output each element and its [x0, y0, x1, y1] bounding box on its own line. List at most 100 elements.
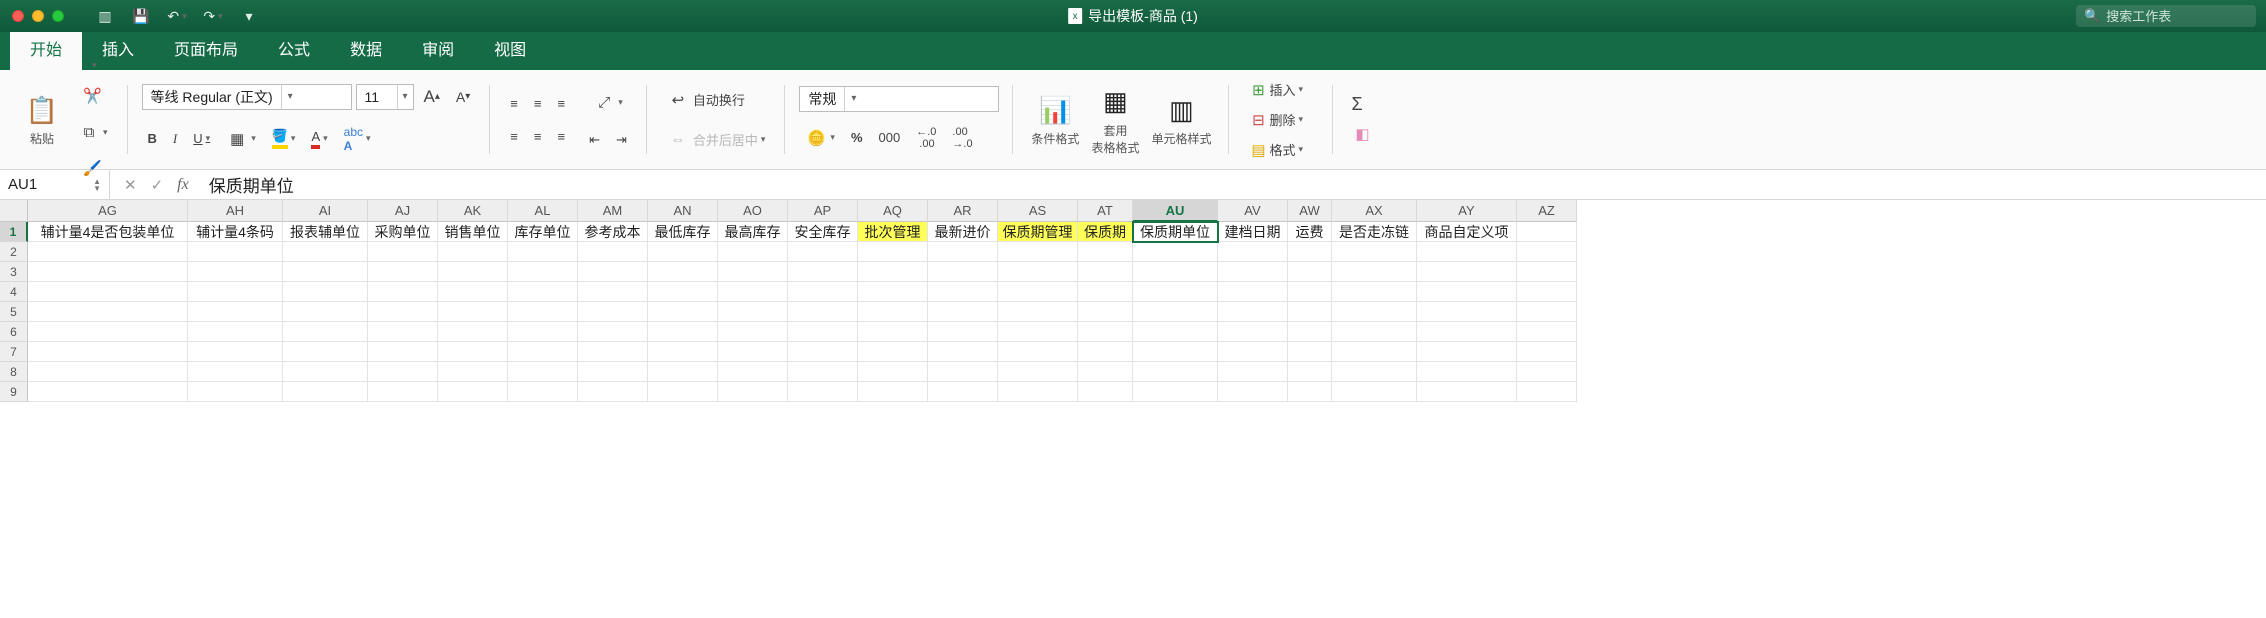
cell-AN2[interactable] — [648, 242, 718, 262]
cell-AZ7[interactable] — [1517, 342, 1577, 362]
cell-AI2[interactable] — [283, 242, 368, 262]
font-name-combo[interactable]: 等线 Regular (正文) ▾ — [142, 84, 352, 110]
cell-AN4[interactable] — [648, 282, 718, 302]
cell-AH1[interactable]: 辅计量4条码 — [188, 222, 283, 242]
cell-AO2[interactable] — [718, 242, 788, 262]
cell-AP8[interactable] — [788, 362, 858, 382]
cell-AJ9[interactable] — [368, 382, 438, 402]
cell-AX8[interactable] — [1332, 362, 1417, 382]
wrap-text-button[interactable]: ↩ 自动换行 — [661, 85, 772, 115]
cell-AR4[interactable] — [928, 282, 998, 302]
fill-color-button[interactable]: 🪣 — [266, 124, 302, 153]
decrease-decimal-button[interactable]: .00→.0 — [946, 122, 978, 154]
cell-AU1[interactable]: 保质期单位 — [1133, 222, 1218, 242]
cell-AS1[interactable]: 保质期管理 — [998, 222, 1078, 242]
align-left-button[interactable]: ≡ — [504, 125, 524, 148]
cancel-formula-button[interactable]: ✕ — [124, 176, 137, 194]
delete-cells-button[interactable]: ⊟ 删除 — [1241, 105, 1321, 135]
cell-AH2[interactable] — [188, 242, 283, 262]
cell-AU7[interactable] — [1133, 342, 1218, 362]
cell-AO8[interactable] — [718, 362, 788, 382]
name-box-stepper[interactable]: ▲▼ — [93, 178, 101, 192]
cell-AV6[interactable] — [1218, 322, 1288, 342]
cell-AO4[interactable] — [718, 282, 788, 302]
cell-AI4[interactable] — [283, 282, 368, 302]
cell-AO6[interactable] — [718, 322, 788, 342]
cell-AM4[interactable] — [578, 282, 648, 302]
cell-AG5[interactable] — [28, 302, 188, 322]
cell-AT5[interactable] — [1078, 302, 1133, 322]
close-window-button[interactable] — [12, 10, 24, 22]
number-format-combo[interactable]: 常规 ▾ — [799, 86, 999, 112]
cell-AT6[interactable] — [1078, 322, 1133, 342]
cell-AK9[interactable] — [438, 382, 508, 402]
column-header-AL[interactable]: AL — [508, 200, 578, 222]
orientation-button[interactable]: ⤢ — [583, 88, 633, 118]
cell-AV1[interactable]: 建档日期 — [1218, 222, 1288, 242]
cell-AY2[interactable] — [1417, 242, 1517, 262]
cell-AG1[interactable]: 辅计量4是否包装单位 — [28, 222, 188, 242]
cell-AP1[interactable]: 安全库存 — [788, 222, 858, 242]
row-header-4[interactable]: 4 — [0, 282, 28, 302]
cell-AH6[interactable] — [188, 322, 283, 342]
minimize-window-button[interactable] — [32, 10, 44, 22]
cell-AT3[interactable] — [1078, 262, 1133, 282]
cell-AJ7[interactable] — [368, 342, 438, 362]
cell-AS4[interactable] — [998, 282, 1078, 302]
cell-AY6[interactable] — [1417, 322, 1517, 342]
cell-AU5[interactable] — [1133, 302, 1218, 322]
cell-AH7[interactable] — [188, 342, 283, 362]
zoom-window-button[interactable] — [52, 10, 64, 22]
cell-AV8[interactable] — [1218, 362, 1288, 382]
cell-AN1[interactable]: 最低库存 — [648, 222, 718, 242]
cell-AV2[interactable] — [1218, 242, 1288, 262]
cell-AO1[interactable]: 最高库存 — [718, 222, 788, 242]
row-header-1[interactable]: 1 — [0, 222, 28, 242]
cell-styles-button[interactable]: ▥ 单元格样式 — [1145, 90, 1217, 149]
cell-AU6[interactable] — [1133, 322, 1218, 342]
cell-AP4[interactable] — [788, 282, 858, 302]
cell-AL7[interactable] — [508, 342, 578, 362]
cell-AZ6[interactable] — [1517, 322, 1577, 342]
select-all-corner[interactable] — [0, 200, 28, 222]
column-header-AK[interactable]: AK — [438, 200, 508, 222]
cell-AU9[interactable] — [1133, 382, 1218, 402]
cell-AL8[interactable] — [508, 362, 578, 382]
cell-AG3[interactable] — [28, 262, 188, 282]
cell-AJ4[interactable] — [368, 282, 438, 302]
decrease-font-button[interactable]: A▾ — [450, 85, 476, 109]
column-header-AN[interactable]: AN — [648, 200, 718, 222]
column-header-AI[interactable]: AI — [283, 200, 368, 222]
cell-AV7[interactable] — [1218, 342, 1288, 362]
cell-AM9[interactable] — [578, 382, 648, 402]
cell-AX5[interactable] — [1332, 302, 1417, 322]
cell-AW9[interactable] — [1288, 382, 1332, 402]
underline-button[interactable]: U — [187, 127, 216, 150]
cell-AL5[interactable] — [508, 302, 578, 322]
row-header-6[interactable]: 6 — [0, 322, 28, 342]
cell-AT2[interactable] — [1078, 242, 1133, 262]
cell-AO5[interactable] — [718, 302, 788, 322]
cell-AK4[interactable] — [438, 282, 508, 302]
cell-AP3[interactable] — [788, 262, 858, 282]
cell-AQ2[interactable] — [858, 242, 928, 262]
cell-AR8[interactable] — [928, 362, 998, 382]
cell-AY9[interactable] — [1417, 382, 1517, 402]
cell-AY4[interactable] — [1417, 282, 1517, 302]
cell-AW4[interactable] — [1288, 282, 1332, 302]
tab-review[interactable]: 审阅 — [402, 28, 474, 70]
font-size-combo[interactable]: 11 ▾ — [356, 84, 414, 110]
cell-AI9[interactable] — [283, 382, 368, 402]
cell-AS8[interactable] — [998, 362, 1078, 382]
column-header-AR[interactable]: AR — [928, 200, 998, 222]
undo-button[interactable]: ↶ — [168, 7, 186, 25]
cell-AZ1[interactable] — [1517, 222, 1577, 242]
cell-AU8[interactable] — [1133, 362, 1218, 382]
cell-AN5[interactable] — [648, 302, 718, 322]
cell-AW2[interactable] — [1288, 242, 1332, 262]
cell-AM8[interactable] — [578, 362, 648, 382]
cell-AI7[interactable] — [283, 342, 368, 362]
row-header-2[interactable]: 2 — [0, 242, 28, 262]
italic-button[interactable]: I — [167, 127, 183, 151]
column-header-AQ[interactable]: AQ — [858, 200, 928, 222]
